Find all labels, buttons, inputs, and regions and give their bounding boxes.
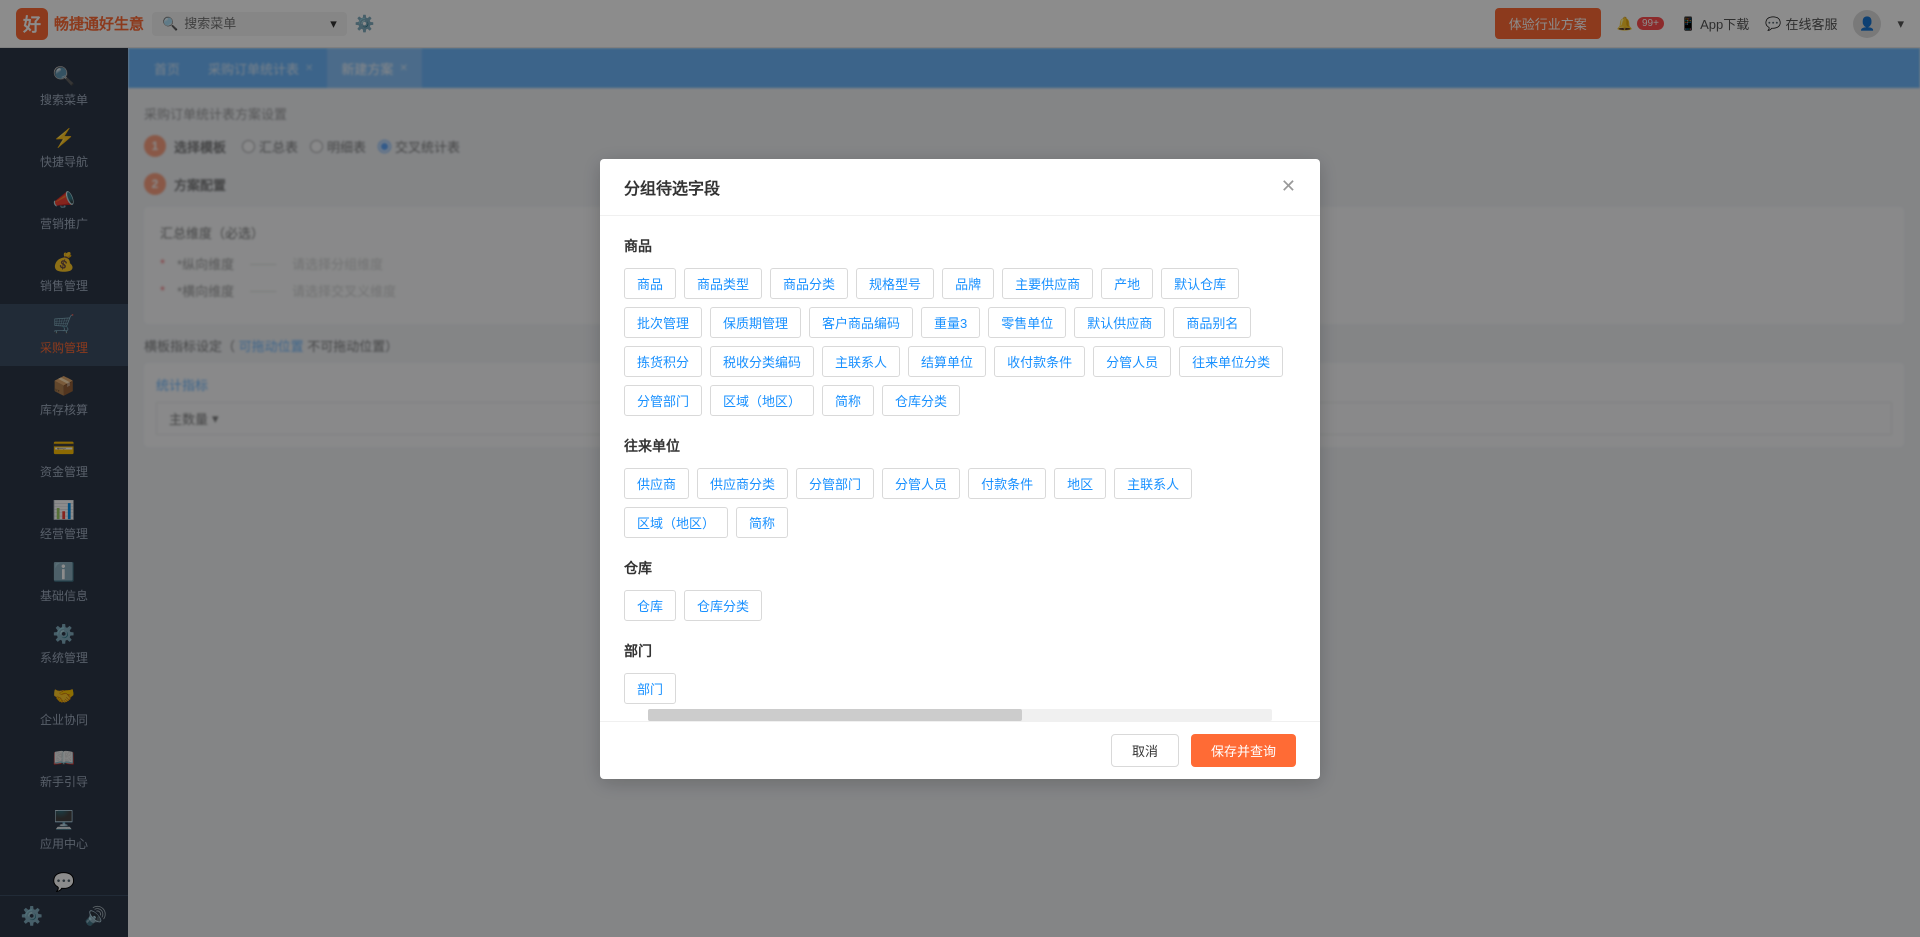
field-group-warehouse: 仓库 仓库 仓库分类 (624, 558, 1296, 621)
field-tag-main-supplier[interactable]: 主要供应商 (1002, 268, 1093, 299)
field-group-partner: 往来单位 供应商 供应商分类 分管部门 分管人员 付款条件 地区 主联系人 区域… (624, 436, 1296, 538)
field-group-department: 部门 部门 (624, 641, 1296, 704)
field-tag-manager2[interactable]: 分管人员 (882, 468, 960, 499)
field-tag-region2[interactable]: 区域（地区） (624, 507, 728, 538)
modal-header: 分组待选字段 ✕ (600, 159, 1320, 216)
field-group-dept-title: 部门 (624, 641, 1296, 661)
horizontal-scrollbar[interactable] (648, 709, 1272, 721)
field-tag-partner-cat[interactable]: 往来单位分类 (1179, 346, 1283, 377)
field-tag-pay-terms2[interactable]: 付款条件 (968, 468, 1046, 499)
field-tag-goods-type[interactable]: 商品类型 (684, 268, 762, 299)
modal-overlay: 分组待选字段 ✕ 商品 商品 商品类型 商品分类 规格型号 品牌 主要供应商 产… (0, 0, 1920, 937)
field-tag-default-supplier[interactable]: 默认供应商 (1074, 307, 1165, 338)
field-tag-expiry[interactable]: 保质期管理 (710, 307, 801, 338)
field-tag-payment-terms[interactable]: 收付款条件 (994, 346, 1085, 377)
field-tag-pick-points[interactable]: 拣货积分 (624, 346, 702, 377)
save-query-button[interactable]: 保存并查询 (1191, 734, 1296, 767)
field-list-warehouse: 仓库 仓库分类 (624, 590, 1296, 621)
scrollbar-container (600, 705, 1320, 721)
field-tag-dept2[interactable]: 分管部门 (796, 468, 874, 499)
field-tag-manager[interactable]: 分管人员 (1093, 346, 1171, 377)
field-group-partner-title: 往来单位 (624, 436, 1296, 456)
modal-footer: 取消 保存并查询 (600, 721, 1320, 779)
modal-body[interactable]: 商品 商品 商品类型 商品分类 规格型号 品牌 主要供应商 产地 默认仓库 批次… (600, 216, 1320, 705)
field-list-dept: 部门 (624, 673, 1296, 704)
modal-close-btn[interactable]: ✕ (1281, 176, 1296, 197)
field-tag-weight[interactable]: 重量3 (921, 307, 980, 338)
field-tag-main-contact2[interactable]: 主联系人 (1114, 468, 1192, 499)
field-tag-goods-cat[interactable]: 商品分类 (770, 268, 848, 299)
field-tag-dept3[interactable]: 部门 (624, 673, 676, 704)
field-tag-main-contact[interactable]: 主联系人 (822, 346, 900, 377)
field-tag-settlement-unit[interactable]: 结算单位 (908, 346, 986, 377)
field-tag-brand[interactable]: 品牌 (942, 268, 994, 299)
field-list-goods: 商品 商品类型 商品分类 规格型号 品牌 主要供应商 产地 默认仓库 批次管理 … (624, 268, 1296, 416)
field-tag-warehouse[interactable]: 仓库 (624, 590, 676, 621)
field-group-goods: 商品 商品 商品类型 商品分类 规格型号 品牌 主要供应商 产地 默认仓库 批次… (624, 236, 1296, 416)
cancel-button[interactable]: 取消 (1111, 734, 1179, 767)
field-tag-retail-unit[interactable]: 零售单位 (988, 307, 1066, 338)
modal-title: 分组待选字段 (624, 175, 720, 199)
field-tag-tax-code[interactable]: 税收分类编码 (710, 346, 814, 377)
scrollbar-thumb (648, 709, 1022, 721)
field-tag-customer-code[interactable]: 客户商品编码 (809, 307, 913, 338)
field-tag-dept[interactable]: 分管部门 (624, 385, 702, 416)
field-tag-region[interactable]: 区域（地区） (710, 385, 814, 416)
field-group-goods-title: 商品 (624, 236, 1296, 256)
field-tag-short-name2[interactable]: 简称 (736, 507, 788, 538)
field-tag-goods[interactable]: 商品 (624, 268, 676, 299)
field-list-partner: 供应商 供应商分类 分管部门 分管人员 付款条件 地区 主联系人 区域（地区） … (624, 468, 1296, 538)
field-tag-default-warehouse[interactable]: 默认仓库 (1161, 268, 1239, 299)
field-tag-supplier-cat[interactable]: 供应商分类 (697, 468, 788, 499)
field-tag-warehouse-cat2[interactable]: 仓库分类 (684, 590, 762, 621)
field-tag-origin[interactable]: 产地 (1101, 268, 1153, 299)
field-tag-area[interactable]: 地区 (1054, 468, 1106, 499)
field-tag-warehouse-cat[interactable]: 仓库分类 (882, 385, 960, 416)
modal: 分组待选字段 ✕ 商品 商品 商品类型 商品分类 规格型号 品牌 主要供应商 产… (600, 159, 1320, 779)
field-tag-batch[interactable]: 批次管理 (624, 307, 702, 338)
field-tag-supplier[interactable]: 供应商 (624, 468, 689, 499)
field-tag-spec[interactable]: 规格型号 (856, 268, 934, 299)
field-group-warehouse-title: 仓库 (624, 558, 1296, 578)
field-tag-alias[interactable]: 商品别名 (1173, 307, 1251, 338)
field-tag-short-name[interactable]: 简称 (822, 385, 874, 416)
